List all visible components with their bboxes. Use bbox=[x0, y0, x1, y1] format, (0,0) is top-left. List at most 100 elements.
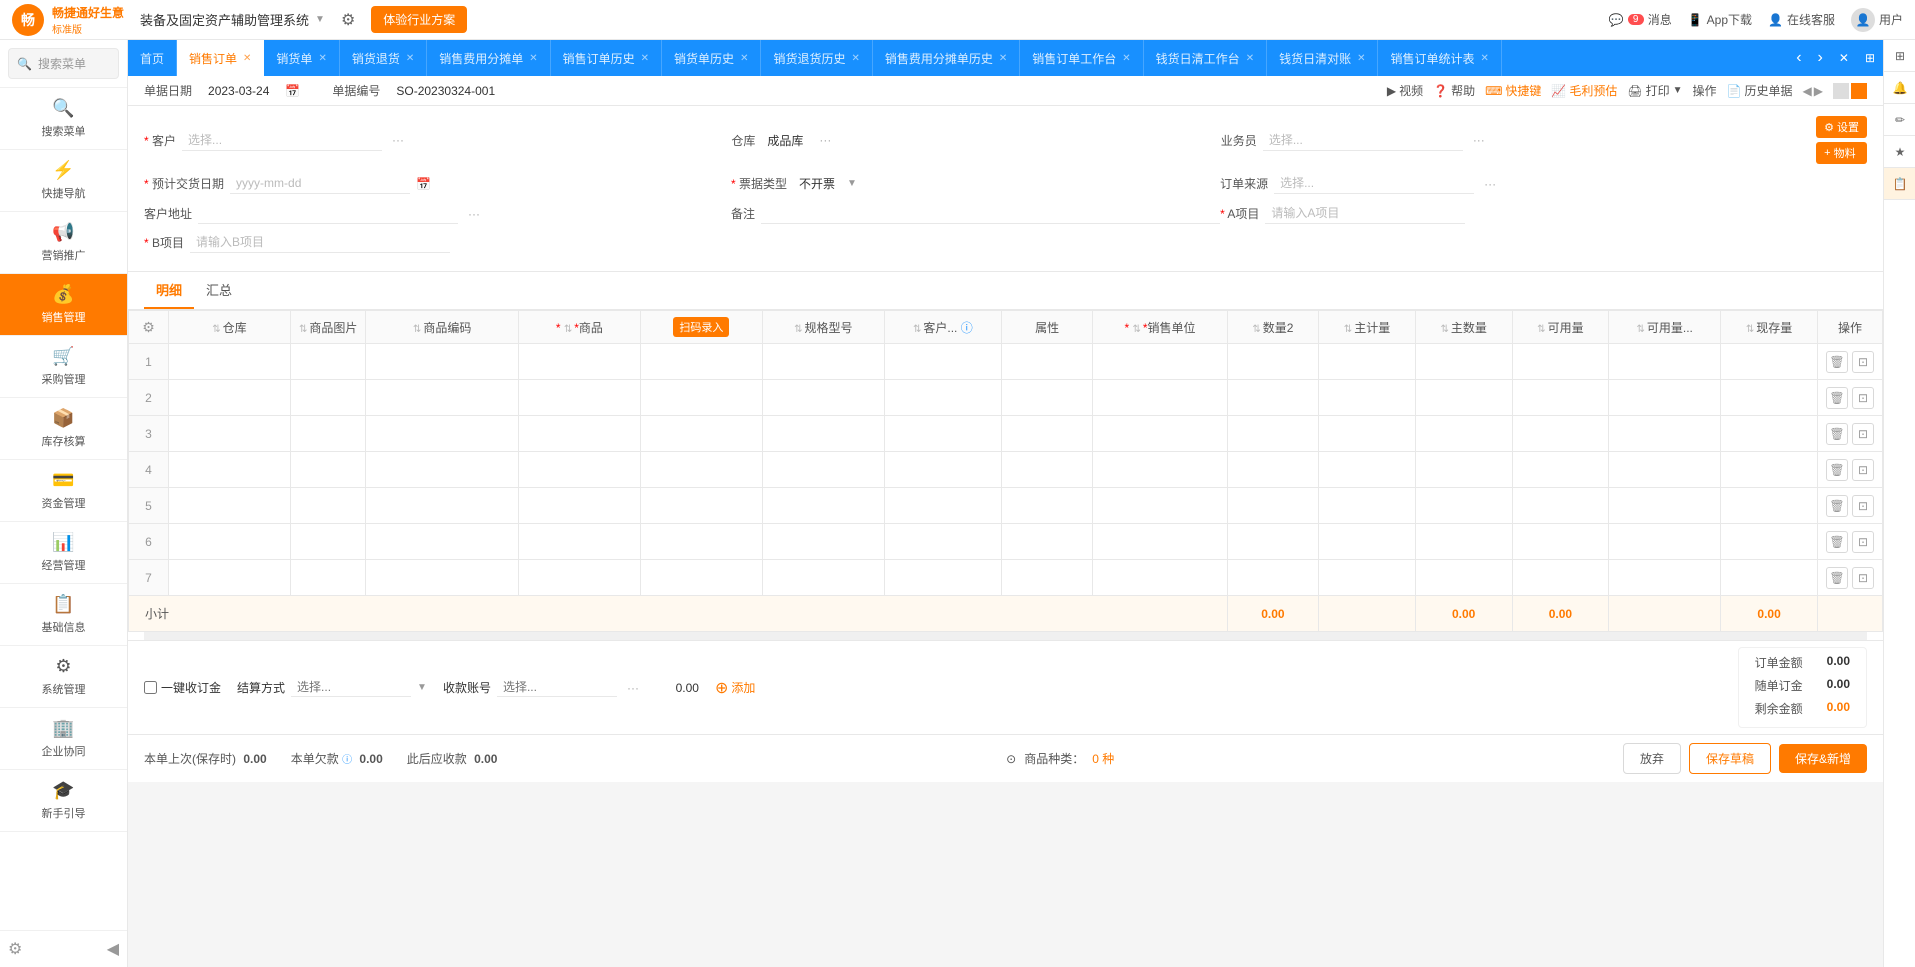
sidebar-item-purchase[interactable]: 🛒采购管理 bbox=[0, 336, 127, 398]
customer-more-icon[interactable]: ··· bbox=[388, 133, 408, 147]
row-code-3[interactable] bbox=[366, 416, 518, 452]
row-code-6[interactable] bbox=[366, 524, 518, 560]
settings-btn[interactable]: ⚙设置 bbox=[1816, 116, 1867, 138]
save-draft-button[interactable]: 保存草稿 bbox=[1689, 743, 1771, 774]
staff-input[interactable] bbox=[1263, 130, 1463, 151]
tab-detail[interactable]: 明细 bbox=[144, 272, 194, 309]
settings-icon-btn[interactable]: ⚙ bbox=[341, 10, 355, 30]
row-warehouse-3[interactable] bbox=[169, 416, 291, 452]
row-scan-4[interactable] bbox=[640, 452, 762, 488]
one-click-check[interactable] bbox=[144, 681, 157, 694]
b-project-input[interactable] bbox=[190, 232, 450, 253]
row-avail2-2[interactable] bbox=[1609, 380, 1721, 416]
row-main-qty-3[interactable] bbox=[1415, 416, 1512, 452]
address-more-icon[interactable]: ··· bbox=[464, 207, 484, 221]
row-customer-6[interactable] bbox=[884, 524, 1001, 560]
row-scan-7[interactable] bbox=[640, 560, 762, 596]
row-spec-6[interactable] bbox=[762, 524, 884, 560]
add-goods-btn[interactable]: +物料 bbox=[1816, 142, 1867, 164]
row-customer-4[interactable] bbox=[884, 452, 1001, 488]
settings-gear-icon[interactable]: ⚙ bbox=[142, 319, 155, 335]
tab-next-btn[interactable]: › bbox=[1810, 49, 1831, 67]
row-img-5[interactable] bbox=[290, 488, 365, 524]
row-delete-4[interactable]: 🗑 bbox=[1826, 459, 1848, 481]
row-warehouse-2[interactable] bbox=[169, 380, 291, 416]
row-copy-1[interactable]: ⊡ bbox=[1852, 351, 1874, 373]
row-unit-2[interactable] bbox=[1093, 380, 1227, 416]
profit-btn[interactable]: 📈毛利预估 bbox=[1551, 82, 1617, 99]
tab-7[interactable]: 销货退货历史✕ bbox=[761, 40, 872, 76]
row-main-unit-4[interactable] bbox=[1319, 452, 1416, 488]
row-main-unit-1[interactable] bbox=[1319, 344, 1416, 380]
row-delete-5[interactable]: 🗑 bbox=[1826, 495, 1848, 517]
credit-info-icon[interactable]: ⓘ bbox=[342, 755, 352, 766]
row-stock-7[interactable] bbox=[1721, 560, 1818, 596]
table-scrollbar[interactable] bbox=[144, 632, 1867, 640]
row-main-qty-1[interactable] bbox=[1415, 344, 1512, 380]
tab-12[interactable]: 销售订单统计表✕ bbox=[1378, 40, 1501, 76]
row-img-6[interactable] bbox=[290, 524, 365, 560]
row-avail2-4[interactable] bbox=[1609, 452, 1721, 488]
row-code-5[interactable] bbox=[366, 488, 518, 524]
row-customer-1[interactable] bbox=[884, 344, 1001, 380]
row-avail2-5[interactable] bbox=[1609, 488, 1721, 524]
tab-1[interactable]: 销售订单✕ bbox=[177, 40, 264, 76]
layout-btn-2[interactable] bbox=[1851, 83, 1867, 99]
row-avail-2[interactable] bbox=[1512, 380, 1609, 416]
row-avail2-7[interactable] bbox=[1609, 560, 1721, 596]
row-attr-5[interactable] bbox=[1001, 488, 1092, 524]
row-warehouse-5[interactable] bbox=[169, 488, 291, 524]
tab-close-10[interactable]: ✕ bbox=[1246, 53, 1254, 64]
row-customer-2[interactable] bbox=[884, 380, 1001, 416]
row-name-4[interactable] bbox=[518, 452, 640, 488]
tab-summary[interactable]: 汇总 bbox=[194, 272, 244, 309]
row-code-7[interactable] bbox=[366, 560, 518, 596]
tab-close-6[interactable]: ✕ bbox=[740, 53, 748, 64]
row-attr-4[interactable] bbox=[1001, 452, 1092, 488]
tab-11[interactable]: 钱货日清对账✕ bbox=[1267, 40, 1378, 76]
row-qty2-1[interactable] bbox=[1227, 344, 1318, 380]
row-scan-3[interactable] bbox=[640, 416, 762, 452]
sidebar-item-corp[interactable]: 🏢企业协同 bbox=[0, 708, 127, 770]
row-qty2-6[interactable] bbox=[1227, 524, 1318, 560]
ticket-chevron-icon[interactable]: ▼ bbox=[847, 178, 857, 189]
row-copy-5[interactable]: ⊡ bbox=[1852, 495, 1874, 517]
app-download-btn[interactable]: 📱 App下载 bbox=[1688, 11, 1752, 28]
row-attr-6[interactable] bbox=[1001, 524, 1092, 560]
tab-5[interactable]: 销售订单历史✕ bbox=[551, 40, 662, 76]
row-name-7[interactable] bbox=[518, 560, 640, 596]
order-source-more-icon[interactable]: ··· bbox=[1480, 177, 1500, 191]
tab-9[interactable]: 销售订单工作台✕ bbox=[1020, 40, 1143, 76]
row-delete-6[interactable]: 🗑 bbox=[1826, 531, 1848, 553]
tab-8[interactable]: 销售费用分摊单历史✕ bbox=[873, 40, 1020, 76]
row-qty2-7[interactable] bbox=[1227, 560, 1318, 596]
row-scan-5[interactable] bbox=[640, 488, 762, 524]
tab-close-11[interactable]: ✕ bbox=[1357, 53, 1365, 64]
row-code-1[interactable] bbox=[366, 344, 518, 380]
tab-close-2[interactable]: ✕ bbox=[318, 53, 326, 64]
right-float-btn-1[interactable]: ⊞ bbox=[1884, 40, 1915, 72]
sidebar-item-quick-nav[interactable]: ⚡快捷导航 bbox=[0, 150, 127, 212]
row-main-unit-5[interactable] bbox=[1319, 488, 1416, 524]
row-img-2[interactable] bbox=[290, 380, 365, 416]
row-scan-2[interactable] bbox=[640, 380, 762, 416]
account-more-icon[interactable]: ··· bbox=[623, 681, 643, 695]
search-menu-btn[interactable]: 🔍 搜索菜单 bbox=[8, 48, 119, 79]
row-main-unit-3[interactable] bbox=[1319, 416, 1416, 452]
operate-btn[interactable]: 操作 bbox=[1693, 82, 1717, 99]
row-code-4[interactable] bbox=[366, 452, 518, 488]
row-customer-5[interactable] bbox=[884, 488, 1001, 524]
row-unit-3[interactable] bbox=[1093, 416, 1227, 452]
row-avail2-6[interactable] bbox=[1609, 524, 1721, 560]
row-warehouse-4[interactable] bbox=[169, 452, 291, 488]
remark-input[interactable] bbox=[761, 203, 1220, 224]
tab-2[interactable]: 销货单✕ bbox=[264, 40, 339, 76]
row-main-unit-6[interactable] bbox=[1319, 524, 1416, 560]
row-customer-3[interactable] bbox=[884, 416, 1001, 452]
tab-close-1[interactable]: ✕ bbox=[243, 53, 251, 64]
add-payment-btn[interactable]: ⊕ 添加 bbox=[715, 678, 755, 698]
row-stock-6[interactable] bbox=[1721, 524, 1818, 560]
sidebar-item-marketing[interactable]: 📢营销推广 bbox=[0, 212, 127, 274]
online-service-btn[interactable]: 👤 在线客服 bbox=[1768, 11, 1835, 28]
tab-close-5[interactable]: ✕ bbox=[641, 53, 649, 64]
